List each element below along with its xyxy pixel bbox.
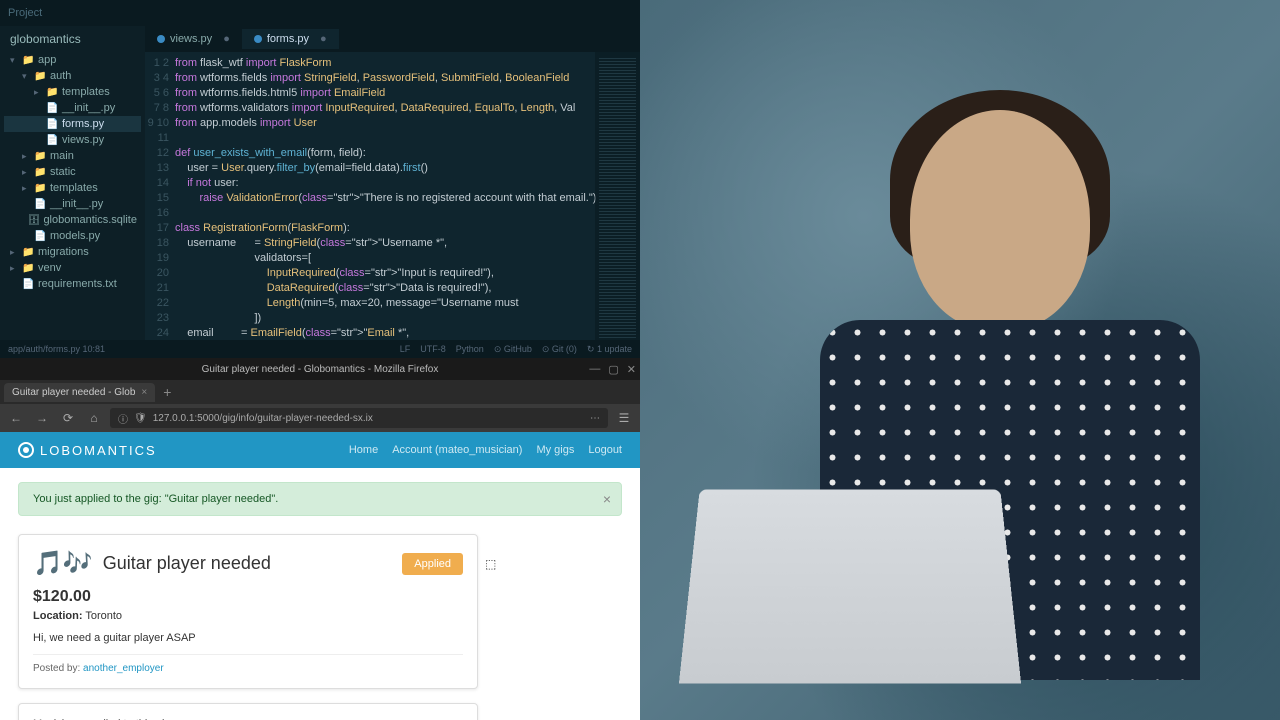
applied-badge[interactable]: Applied (402, 553, 463, 575)
nav-link-home[interactable]: Home (349, 444, 378, 456)
tree-item-requirements-txt[interactable]: 📄requirements.txt (4, 276, 141, 292)
browser-navbar: ← → ⟳ ⌂ ⓘ 🛡 127.0.0.1:5000/gig/info/guit… (0, 404, 640, 432)
status-path: app/auth/forms.py 10:81 (8, 344, 105, 354)
gig-description: Hi, we need a guitar player ASAP (33, 632, 463, 644)
editor-tabs: views.py●forms.py● (145, 26, 640, 52)
page-content: LOBOMANTICS Home Account (mateo_musician)… (0, 432, 640, 720)
gig-location: Location: Toronto (33, 610, 463, 622)
tree-item-__init__-py[interactable]: 📄__init__.py (4, 100, 141, 116)
tree-item-auth[interactable]: ▾📁auth (4, 68, 141, 84)
browser-titlebar: Guitar player needed - Globomantics - Mo… (0, 358, 640, 380)
editor-tab-forms-py[interactable]: forms.py● (242, 29, 339, 49)
close-button[interactable]: ✕ (627, 363, 636, 376)
tree-item-venv[interactable]: ▸📁venv (4, 260, 141, 276)
minimap[interactable] (595, 52, 640, 340)
back-button[interactable]: ← (6, 411, 26, 425)
tree-item-app[interactable]: ▾📁app (4, 52, 141, 68)
tree-item-migrations[interactable]: ▸📁migrations (4, 244, 141, 260)
ide-toolbar: Project (0, 0, 640, 26)
tree-item-views-py[interactable]: 📄views.py (4, 132, 141, 148)
editor-tab-views-py[interactable]: views.py● (145, 29, 242, 49)
project-label[interactable]: Project (8, 7, 42, 19)
tab-close-icon[interactable]: × (141, 387, 147, 398)
browser-window: Guitar player needed - Globomantics - Mo… (0, 358, 640, 720)
alert-close-icon[interactable]: × (603, 491, 611, 507)
forward-button[interactable]: → (32, 411, 52, 425)
project-sidebar: globomantics ▾📁app▾📁auth▸📁templates📄__in… (0, 26, 145, 340)
gig-title: Guitar player needed (103, 553, 271, 574)
tree-item-models-py[interactable]: 📄models.py (4, 228, 141, 244)
ide-window: Project globomantics ▾📁app▾📁auth▸📁templa… (0, 0, 640, 358)
success-alert: You just applied to the gig: "Guitar pla… (18, 482, 622, 516)
ide-statusbar: app/auth/forms.py 10:81 LF UTF-8 Python ⊙ G… (0, 340, 640, 358)
gig-posted-by: Posted by: another_employer (33, 654, 463, 674)
applicants-card: Musicians applied to this gig mateo_musi… (18, 703, 478, 720)
nav-link-logout[interactable]: Logout (588, 444, 622, 456)
project-root[interactable]: globomantics (0, 26, 145, 52)
browser-tabstrip: Guitar player needed - Glob × + (0, 380, 640, 404)
tab-title: Guitar player needed - Glob (12, 387, 135, 398)
tree-item-templates[interactable]: ▸📁templates (4, 180, 141, 196)
shield-icon: 🛡 (134, 413, 147, 424)
gig-price: $120.00 (33, 588, 463, 606)
tree-item-forms-py[interactable]: 📄forms.py (4, 116, 141, 132)
tree-item-__init__-py[interactable]: 📄__init__.py (4, 196, 141, 212)
brand-text: LOBOMANTICS (40, 443, 157, 458)
status-item[interactable]: LF (400, 344, 411, 355)
line-gutter: 1 2 3 4 5 6 7 8 9 10 11 12 13 14 15 16 1… (145, 52, 175, 340)
nav-link-account-mateo_musician-[interactable]: Account (mateo_musician) (392, 444, 522, 456)
status-item[interactable]: ⊙ GitHub (494, 344, 532, 355)
alert-text: You just applied to the gig: "Guitar pla… (33, 493, 278, 505)
nav-link-my-gigs[interactable]: My gigs (536, 444, 574, 456)
promo-photo (640, 0, 1280, 720)
menu-button[interactable]: ☰ (614, 411, 634, 425)
minimize-button[interactable]: — (589, 363, 600, 376)
status-item[interactable]: ⊙ Git (0) (542, 344, 577, 355)
employer-link[interactable]: another_employer (83, 663, 164, 674)
status-item[interactable]: ↻ 1 update (587, 344, 632, 355)
new-tab-button[interactable]: + (155, 384, 179, 400)
url-bar[interactable]: ⓘ 🛡 127.0.0.1:5000/gig/info/guitar-playe… (110, 408, 608, 428)
gig-card: 🎵🎶 Guitar player needed Applied $120.00 … (18, 534, 478, 689)
home-button[interactable]: ⌂ (84, 411, 104, 425)
code-lines[interactable]: from flask_wtf import FlaskForm from wtf… (175, 52, 640, 340)
brand-icon (18, 442, 34, 458)
tree-item-templates[interactable]: ▸📁templates (4, 84, 141, 100)
tree-item-main[interactable]: ▸📁main (4, 148, 141, 164)
maximize-button[interactable]: ▢ (608, 363, 618, 376)
code-editor: views.py●forms.py● 1 2 3 4 5 6 7 8 9 10 … (145, 26, 640, 340)
tree-item-static[interactable]: ▸📁static (4, 164, 141, 180)
more-icon[interactable]: ⋯ (590, 413, 600, 424)
window-title: Guitar player needed - Globomantics - Mo… (202, 364, 439, 375)
tree-item-globomantics-sqlite[interactable]: 🗄globomantics.sqlite (4, 212, 141, 228)
status-item[interactable]: Python (456, 344, 484, 355)
brand[interactable]: LOBOMANTICS (18, 442, 157, 458)
lock-icon: ⓘ (118, 411, 128, 426)
url-text: 127.0.0.1:5000/gig/info/guitar-player-ne… (153, 413, 373, 424)
browser-tab[interactable]: Guitar player needed - Glob × (4, 383, 155, 402)
site-navbar: LOBOMANTICS Home Account (mateo_musician)… (0, 432, 640, 468)
music-icon: 🎵🎶 (33, 549, 93, 578)
status-item[interactable]: UTF-8 (420, 344, 446, 355)
reload-button[interactable]: ⟳ (58, 411, 78, 425)
